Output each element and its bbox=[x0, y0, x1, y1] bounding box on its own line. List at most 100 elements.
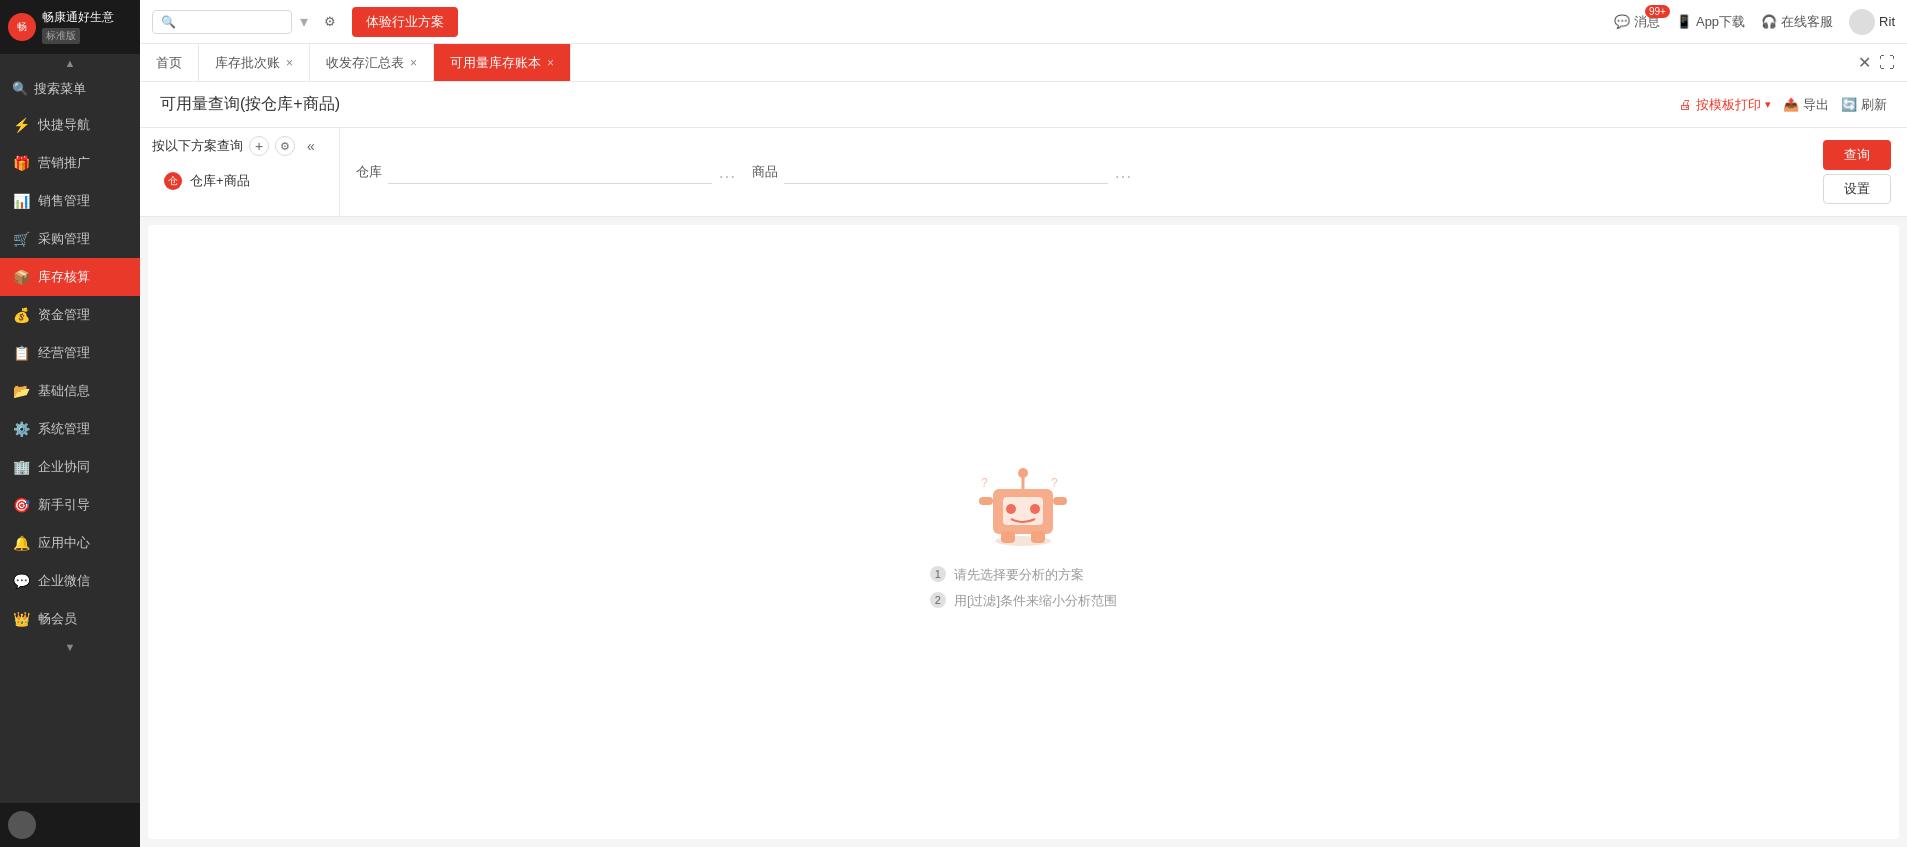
sidebar-item-wechat[interactable]: 💬 企业微信 bbox=[0, 562, 140, 600]
sidebar-item-app-center[interactable]: 🔔 应用中心 bbox=[0, 524, 140, 562]
tip-2-text: 用[过滤]条件来缩小分析范围 bbox=[954, 592, 1117, 610]
settings-button[interactable]: 设置 bbox=[1823, 174, 1891, 204]
scheme-settings-btn[interactable]: ⚙ bbox=[275, 136, 295, 156]
tab-batch-account[interactable]: 库存批次账 × bbox=[199, 44, 310, 81]
topbar-search-box[interactable]: 🔍 bbox=[152, 10, 292, 34]
content-area: 可用量查询(按仓库+商品) 🖨 按模板打印 ▾ 📤 导出 🔄 刷新 bbox=[140, 82, 1907, 847]
sidebar-item-operation[interactable]: 📋 经营管理 bbox=[0, 334, 140, 372]
enterprise-icon: 🏢 bbox=[12, 458, 30, 476]
tip-num-2: 2 bbox=[930, 592, 946, 608]
sidebar-item-label: 库存核算 bbox=[38, 268, 90, 286]
scheme-warehouse-product[interactable]: 仓 仓库+商品 bbox=[152, 164, 339, 198]
empty-tip-2: 2 用[过滤]条件来缩小分析范围 bbox=[930, 592, 1117, 610]
refresh-btn[interactable]: 🔄 刷新 bbox=[1841, 96, 1887, 114]
tab-home-label: 首页 bbox=[156, 54, 182, 72]
print-btn-label: 按模板打印 bbox=[1696, 96, 1761, 114]
sales-icon: 📊 bbox=[12, 192, 30, 210]
add-scheme-btn[interactable]: + bbox=[249, 136, 269, 156]
filter-label-row: 按以下方案查询 + ⚙ « bbox=[152, 136, 339, 156]
svg-point-6 bbox=[1018, 468, 1028, 478]
export-btn-label: 导出 bbox=[1803, 96, 1829, 114]
trial-industry-button[interactable]: 体验行业方案 bbox=[352, 7, 458, 37]
refresh-icon: 🔄 bbox=[1841, 97, 1857, 112]
sidebar-item-basic[interactable]: 📂 基础信息 bbox=[0, 372, 140, 410]
filter-section: 按以下方案查询 + ⚙ « 仓 仓库+商品 bbox=[140, 128, 1907, 217]
collapse-scheme-btn[interactable]: « bbox=[301, 136, 321, 156]
tab-close-available[interactable]: × bbox=[547, 56, 554, 70]
scheme-sidebar: 按以下方案查询 + ⚙ « 仓 仓库+商品 bbox=[140, 128, 340, 216]
svg-rect-9 bbox=[1001, 531, 1015, 543]
empty-robot-svg: ? ? bbox=[973, 459, 1073, 549]
export-icon: 📤 bbox=[1783, 97, 1799, 112]
export-btn[interactable]: 📤 导出 bbox=[1783, 96, 1829, 114]
app-edition: 标准版 bbox=[42, 28, 80, 44]
topbar-search-input[interactable] bbox=[180, 15, 260, 29]
sidebar-search-item[interactable]: 🔍 搜索菜单 bbox=[0, 72, 140, 106]
sidebar-item-sales[interactable]: 📊 销售管理 bbox=[0, 182, 140, 220]
online-service-btn[interactable]: 🎧 在线客服 bbox=[1761, 13, 1833, 31]
filter-fields-area: 仓库 … 商品 … 查询 bbox=[340, 128, 1907, 216]
print-template-btn[interactable]: 🖨 按模板打印 ▾ bbox=[1679, 96, 1771, 114]
tip-1-text: 请先选择要分析的方案 bbox=[954, 566, 1084, 584]
sidebar-item-newbie[interactable]: 🎯 新手引导 bbox=[0, 486, 140, 524]
sidebar-item-member[interactable]: 👑 畅会员 bbox=[0, 600, 140, 638]
tab-home[interactable]: 首页 bbox=[140, 44, 199, 81]
tab-receive-summary[interactable]: 收发存汇总表 × bbox=[310, 44, 434, 81]
wechat-icon: 💬 bbox=[12, 572, 30, 590]
results-area: ? ? 1 请先选择要分析的方案 2 bbox=[140, 217, 1907, 847]
main-area: 🔍 ▾ ⚙ 体验行业方案 💬 消息 99+ 📱 App下载 🎧 在 bbox=[140, 0, 1907, 847]
sidebar-item-quick-nav[interactable]: ⚡ 快捷导航 bbox=[0, 106, 140, 144]
page-header: 可用量查询(按仓库+商品) 🖨 按模板打印 ▾ 📤 导出 🔄 刷新 bbox=[140, 82, 1907, 128]
sidebar-item-label: 采购管理 bbox=[38, 230, 90, 248]
app-title: 畅康通好生意 bbox=[42, 10, 114, 26]
scheme-name: 仓库+商品 bbox=[190, 172, 250, 190]
svg-text:?: ? bbox=[1051, 476, 1058, 490]
sidebar-item-system[interactable]: ⚙️ 系统管理 bbox=[0, 410, 140, 448]
tab-close-batch[interactable]: × bbox=[286, 56, 293, 70]
sidebar-scroll-up[interactable]: ▲ bbox=[0, 54, 140, 72]
topbar-search-icon: 🔍 bbox=[161, 15, 176, 29]
scheme-warehouse-icon: 仓 bbox=[164, 172, 182, 190]
tabs-close-all-btn[interactable]: ✕ bbox=[1858, 53, 1871, 72]
product-more-btn[interactable]: … bbox=[1114, 162, 1132, 183]
operation-icon: 📋 bbox=[12, 344, 30, 362]
marketing-icon: 🎁 bbox=[12, 154, 30, 172]
print-icon: 🖨 bbox=[1679, 97, 1692, 112]
print-dropdown-icon[interactable]: ▾ bbox=[1765, 98, 1771, 111]
user-profile-btn[interactable]: Rit bbox=[1849, 9, 1895, 35]
tabs-bar: 首页 库存批次账 × 收发存汇总表 × 可用量库存账本 × ✕ ⛶ bbox=[140, 44, 1907, 82]
sidebar-item-label: 企业协同 bbox=[38, 458, 90, 476]
topbar: 🔍 ▾ ⚙ 体验行业方案 💬 消息 99+ 📱 App下载 🎧 在 bbox=[140, 0, 1907, 44]
empty-illustration: ? ? bbox=[963, 454, 1083, 554]
sidebar-scroll-down[interactable]: ▼ bbox=[0, 638, 140, 656]
page-actions: 🖨 按模板打印 ▾ 📤 导出 🔄 刷新 bbox=[1679, 96, 1887, 114]
search-icon: 🔍 bbox=[12, 81, 28, 96]
warehouse-input[interactable] bbox=[388, 160, 712, 184]
app-download-btn[interactable]: 📱 App下载 bbox=[1676, 13, 1745, 31]
sidebar-item-purchase[interactable]: 🛒 采购管理 bbox=[0, 220, 140, 258]
sidebar-item-label: 企业微信 bbox=[38, 572, 90, 590]
sidebar-item-label: 应用中心 bbox=[38, 534, 90, 552]
quick-nav-icon: ⚡ bbox=[12, 116, 30, 134]
message-badge[interactable]: 💬 消息 99+ bbox=[1614, 13, 1660, 31]
sidebar-item-enterprise[interactable]: 🏢 企业协同 bbox=[0, 448, 140, 486]
sidebar-item-finance[interactable]: 💰 资金管理 bbox=[0, 296, 140, 334]
filter-results-wrapper: 按以下方案查询 + ⚙ « 仓 仓库+商品 bbox=[140, 128, 1907, 847]
sidebar-user-bottom[interactable] bbox=[0, 803, 140, 847]
sidebar-item-inventory[interactable]: 📦 库存核算 bbox=[0, 258, 140, 296]
product-input[interactable] bbox=[784, 160, 1108, 184]
tab-available-qty[interactable]: 可用量库存账本 × bbox=[434, 44, 571, 81]
user-avatar-small bbox=[8, 811, 36, 839]
svg-point-4 bbox=[1030, 504, 1040, 514]
tab-close-receive[interactable]: × bbox=[410, 56, 417, 70]
sidebar-item-marketing[interactable]: 🎁 营销推广 bbox=[0, 144, 140, 182]
sidebar-item-label: 基础信息 bbox=[38, 382, 90, 400]
topbar-dropdown-icon[interactable]: ▾ bbox=[300, 12, 308, 31]
warehouse-filter-field: 仓库 … bbox=[356, 160, 736, 184]
topbar-gear-btn[interactable]: ⚙ bbox=[316, 10, 344, 33]
query-button[interactable]: 查询 bbox=[1823, 140, 1891, 170]
warehouse-more-btn[interactable]: … bbox=[718, 162, 736, 183]
tabs-expand-btn[interactable]: ⛶ bbox=[1879, 54, 1895, 72]
finance-icon: 💰 bbox=[12, 306, 30, 324]
sidebar-item-label: 经营管理 bbox=[38, 344, 90, 362]
